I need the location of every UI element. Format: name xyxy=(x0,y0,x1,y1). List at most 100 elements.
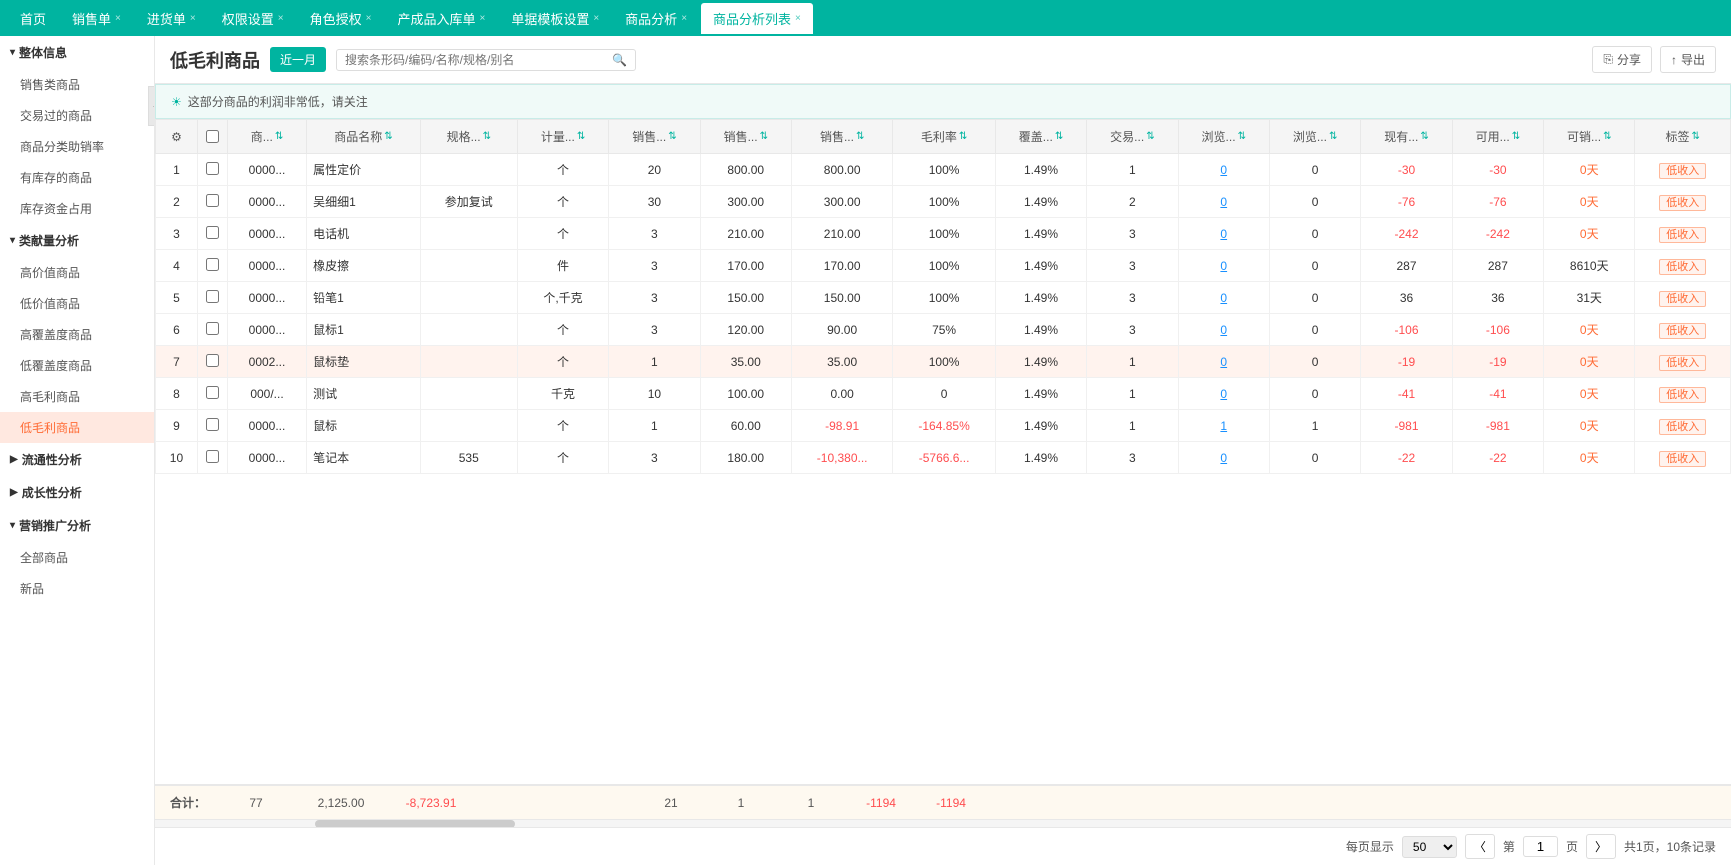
next-page-button[interactable]: 〉 xyxy=(1586,834,1616,859)
col-spec[interactable]: 规格...⇅ xyxy=(420,120,517,154)
row-view1[interactable]: 0 xyxy=(1178,314,1269,346)
col-view1[interactable]: 浏览...⇅ xyxy=(1178,120,1269,154)
col-sales-profit[interactable]: 销售...⇅ xyxy=(791,120,892,154)
col-tag[interactable]: 标签⇅ xyxy=(1635,120,1731,154)
nav-product-analysis[interactable]: 商品分析 × xyxy=(613,3,699,34)
nav-roles[interactable]: 角色授权 × xyxy=(298,3,384,34)
row-checkbox-5[interactable] xyxy=(206,322,219,335)
col-current[interactable]: 现有...⇅ xyxy=(1361,120,1452,154)
col-name[interactable]: 商品名称⇅ xyxy=(307,120,421,154)
row-code: 0000... xyxy=(227,186,306,218)
nav-home[interactable]: 首页 xyxy=(8,3,58,34)
nav-purchase-label: 进货单 xyxy=(147,9,186,28)
share-button[interactable]: ⎘ 分享 xyxy=(1592,46,1652,73)
nav-product-analysis-close[interactable]: × xyxy=(681,13,687,24)
horizontal-scrollbar[interactable] xyxy=(155,819,1731,827)
sidebar-item-high-coverage[interactable]: 高覆盖度商品 xyxy=(0,319,154,350)
sidebar-group-liquidity[interactable]: ▶ 流通性分析 xyxy=(0,443,154,476)
col-coverage[interactable]: 覆盖...⇅ xyxy=(995,120,1086,154)
row-checkbox-9[interactable] xyxy=(206,450,219,463)
nav-product-analysis-list[interactable]: 商品分析列表 × xyxy=(701,3,813,34)
row-view1[interactable]: 0 xyxy=(1178,442,1269,474)
sidebar-group-overall[interactable]: ▾ 整体信息 xyxy=(0,36,154,69)
row-name: 电话机 xyxy=(307,218,421,250)
nav-products-in[interactable]: 产成品入库单 × xyxy=(385,3,497,34)
table-row: 2 0000... 吴细细1 参加复试 个 30 300.00 300.00 1… xyxy=(156,186,1731,218)
sidebar-item-low-coverage[interactable]: 低覆盖度商品 xyxy=(0,350,154,381)
nav-product-analysis-label: 商品分析 xyxy=(625,9,677,28)
footer-sales-profit: -8,723.91 xyxy=(386,796,476,810)
sidebar-item-traded-goods[interactable]: 交易过的商品 xyxy=(0,100,154,131)
sidebar-item-all-goods[interactable]: 全部商品 xyxy=(0,542,154,573)
col-settings[interactable]: ⚙ xyxy=(156,120,198,154)
row-view1[interactable]: 0 xyxy=(1178,282,1269,314)
sidebar-item-stock-capital[interactable]: 库存资金占用 xyxy=(0,193,154,224)
nav-sales-close[interactable]: × xyxy=(115,13,121,24)
nav-roles-close[interactable]: × xyxy=(366,13,372,24)
nav-template-close[interactable]: × xyxy=(593,13,599,24)
sidebar-item-in-stock[interactable]: 有库存的商品 xyxy=(0,162,154,193)
row-checkbox-8[interactable] xyxy=(206,418,219,431)
col-code[interactable]: 商...⇅ xyxy=(227,120,306,154)
col-sales-price[interactable]: 销售...⇅ xyxy=(700,120,791,154)
row-checkbox-4[interactable] xyxy=(206,290,219,303)
row-sales-price: 60.00 xyxy=(700,410,791,442)
date-filter-button[interactable]: 近一月 xyxy=(270,47,326,72)
sidebar-item-low-margin[interactable]: 低毛利商品 xyxy=(0,412,154,443)
row-view1[interactable]: 0 xyxy=(1178,218,1269,250)
col-unit[interactable]: 计量...⇅ xyxy=(517,120,608,154)
group-arrow-contribution: ▾ xyxy=(10,235,15,246)
row-view1[interactable]: 0 xyxy=(1178,186,1269,218)
row-checkbox-7[interactable] xyxy=(206,386,219,399)
sidebar-item-new-goods[interactable]: 新品 xyxy=(0,573,154,604)
search-icon[interactable]: 🔍 xyxy=(612,53,627,67)
nav-purchase[interactable]: 进货单 × xyxy=(135,3,208,34)
col-sales-count[interactable]: 销售...⇅ xyxy=(609,120,700,154)
nav-product-analysis-list-close[interactable]: × xyxy=(795,13,801,24)
row-checkbox-3[interactable] xyxy=(206,258,219,271)
col-margin[interactable]: 毛利率⇅ xyxy=(893,120,995,154)
row-tag: 低收入 xyxy=(1635,282,1731,314)
row-view1[interactable]: 1 xyxy=(1178,410,1269,442)
row-view1[interactable]: 0 xyxy=(1178,250,1269,282)
table-row: 7 0002... 鼠标垫 个 1 35.00 35.00 100% 1.49%… xyxy=(156,346,1731,378)
row-checkbox-1[interactable] xyxy=(206,194,219,207)
sidebar-item-category-rate[interactable]: 商品分类助销率 xyxy=(0,131,154,162)
sidebar-item-low-value[interactable]: 低价值商品 xyxy=(0,288,154,319)
row-margin: -5766.6... xyxy=(893,442,995,474)
nav-purchase-close[interactable]: × xyxy=(190,13,196,24)
row-checkbox-0[interactable] xyxy=(206,162,219,175)
row-code: 0000... xyxy=(227,218,306,250)
col-available[interactable]: 可用...⇅ xyxy=(1452,120,1543,154)
row-sales-count: 1 xyxy=(609,410,700,442)
row-checkbox-2[interactable] xyxy=(206,226,219,239)
row-sales-profit: 300.00 xyxy=(791,186,892,218)
sidebar-item-sales-goods[interactable]: 销售类商品 xyxy=(0,69,154,100)
row-view1[interactable]: 0 xyxy=(1178,378,1269,410)
row-view1[interactable]: 0 xyxy=(1178,154,1269,186)
nav-template[interactable]: 单据模板设置 × xyxy=(499,3,611,34)
page-size-select[interactable]: 50 100 200 xyxy=(1402,836,1457,858)
nav-permissions-close[interactable]: × xyxy=(278,13,284,24)
search-input[interactable] xyxy=(345,53,608,67)
col-view2[interactable]: 浏览...⇅ xyxy=(1269,120,1360,154)
sidebar-collapse-button[interactable]: « xyxy=(148,86,155,126)
row-trade: 2 xyxy=(1087,186,1178,218)
export-button[interactable]: ↑ 导出 xyxy=(1660,46,1716,73)
nav-sales[interactable]: 销售单 × xyxy=(60,3,133,34)
row-sales-count: 1 xyxy=(609,346,700,378)
sidebar-group-growth[interactable]: ▶ 成长性分析 xyxy=(0,476,154,509)
prev-page-button[interactable]: 〈 xyxy=(1465,834,1495,859)
nav-products-in-close[interactable]: × xyxy=(479,13,485,24)
sidebar-item-high-value[interactable]: 高价值商品 xyxy=(0,257,154,288)
nav-permissions[interactable]: 权限设置 × xyxy=(210,3,296,34)
col-saleable[interactable]: 可销...⇅ xyxy=(1544,120,1635,154)
col-trade[interactable]: 交易...⇅ xyxy=(1087,120,1178,154)
page-input[interactable] xyxy=(1523,836,1558,857)
sidebar-group-marketing[interactable]: ▾ 营销推广分析 xyxy=(0,509,154,542)
row-checkbox-6[interactable] xyxy=(206,354,219,367)
select-all-checkbox[interactable] xyxy=(206,130,219,143)
sidebar-group-contribution[interactable]: ▾ 类献量分析 xyxy=(0,224,154,257)
sidebar-item-high-margin[interactable]: 高毛利商品 xyxy=(0,381,154,412)
row-view1[interactable]: 0 xyxy=(1178,346,1269,378)
